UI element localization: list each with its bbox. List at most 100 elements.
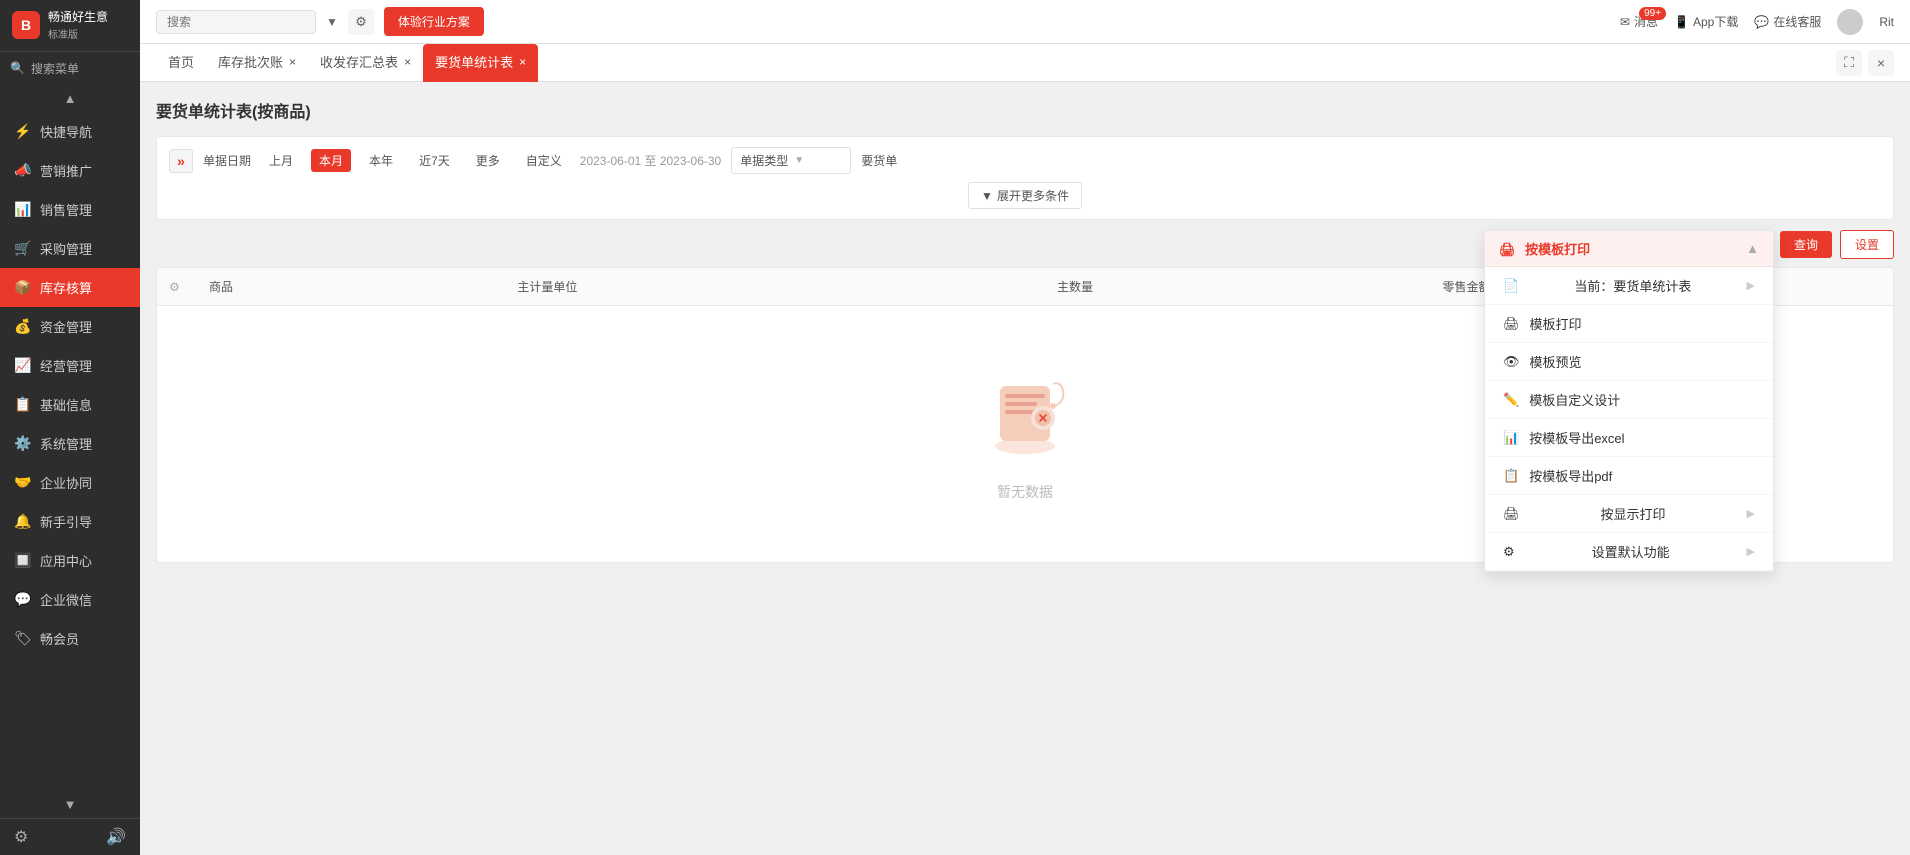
display-print-arrow: ▶ bbox=[1747, 507, 1755, 520]
dropdown-header: 🖨 按模板打印 ▲ bbox=[1485, 231, 1773, 267]
col-settings[interactable]: ⚙ bbox=[157, 268, 197, 306]
sidebar-item-sales[interactable]: 📊 销售管理 bbox=[0, 190, 140, 229]
filter-collapse-btn[interactable]: » bbox=[169, 149, 193, 173]
order-type-select[interactable]: 单据类型 ▼ bbox=[731, 147, 851, 174]
current-item-icon: 📄 bbox=[1503, 278, 1519, 294]
app-logo-icon: B bbox=[12, 11, 40, 39]
topbar: ▼ ⚙ 体验行业方案 ✉ 消息 99+ 📱 App下载 💬 在线客服 Rit bbox=[140, 0, 1910, 44]
sidebar-item-system[interactable]: ⚙️ 系统管理 bbox=[0, 424, 140, 463]
trial-industry-btn[interactable]: 体验行业方案 bbox=[384, 7, 484, 36]
dropdown-item-template-print[interactable]: 🖨 模板打印 bbox=[1485, 305, 1773, 343]
expand-icon: ▼ bbox=[981, 189, 993, 203]
sidebar-item-finance[interactable]: 💰 资金管理 bbox=[0, 307, 140, 346]
tab-order-summary[interactable]: 要货单统计表 × bbox=[423, 44, 538, 82]
sidebar-scroll-down[interactable]: ▼ bbox=[0, 791, 140, 818]
sidebar-item-purchase[interactable]: 🛒 采购管理 bbox=[0, 229, 140, 268]
date-custom-btn[interactable]: 自定义 bbox=[518, 149, 570, 172]
dropdown-item-current[interactable]: 📄 当前：要货单统计表 ▶ bbox=[1485, 267, 1773, 305]
footer-sound-icon[interactable]: 🔊 bbox=[106, 827, 126, 847]
operation-icon: 📈 bbox=[14, 357, 32, 374]
col-settings-icon[interactable]: ⚙ bbox=[169, 280, 180, 294]
sidebar-logo: B 畅通好生意 标准版 bbox=[0, 0, 140, 52]
dropdown-item-display-print[interactable]: 🖨 按显示打印 ▶ bbox=[1485, 495, 1773, 533]
app-download-btn[interactable]: 📱 App下载 bbox=[1674, 13, 1738, 30]
tab-close-btn[interactable]: × bbox=[1868, 50, 1894, 76]
print-header-icon: 🖨 bbox=[1499, 242, 1516, 257]
print-dropdown-menu: 🖨 按模板打印 ▲ 📄 当前：要货单统计表 ▶ 🖨 模板打印 👁 模板预览 bbox=[1484, 230, 1774, 572]
search-menu-item[interactable]: 🔍 搜索菜单 bbox=[0, 52, 140, 85]
top-search-input[interactable] bbox=[156, 10, 316, 34]
set-default-icon: ⚙ bbox=[1503, 544, 1515, 560]
filter-row-1: » 单据日期 上月 本月 本年 近7天 更多 自定义 2023-06-01 至 … bbox=[169, 147, 1881, 174]
message-icon: ✉ bbox=[1620, 15, 1630, 29]
dropdown-item-template-custom[interactable]: ✏️ 模板自定义设计 bbox=[1485, 381, 1773, 419]
empty-text: 暂无数据 bbox=[997, 482, 1053, 502]
service-icon: 💬 bbox=[1754, 15, 1769, 29]
sidebar-item-member[interactable]: 🏷 畅会员 bbox=[0, 619, 140, 658]
username-label: Rit bbox=[1879, 15, 1894, 29]
col-unit: 主计量单位 bbox=[505, 268, 1045, 306]
basic-icon: 📋 bbox=[14, 396, 32, 413]
page-title: 要货单统计表(按商品) bbox=[156, 98, 1894, 122]
set-default-arrow: ▶ bbox=[1747, 545, 1755, 558]
search-icon: 🔍 bbox=[10, 61, 25, 75]
sidebar-item-basic[interactable]: 📋 基础信息 bbox=[0, 385, 140, 424]
display-print-icon: 🖨 bbox=[1503, 506, 1520, 522]
wechat-icon: 💬 bbox=[14, 591, 32, 608]
sidebar-item-operation[interactable]: 📈 经营管理 bbox=[0, 346, 140, 385]
dropdown-item-template-preview[interactable]: 👁 模板预览 bbox=[1485, 343, 1773, 381]
query-btn[interactable]: 查询 bbox=[1780, 231, 1832, 258]
empty-illustration bbox=[975, 366, 1075, 466]
tab-inventory-batch[interactable]: 库存批次账 × bbox=[206, 44, 308, 82]
marketing-icon: 📣 bbox=[14, 162, 32, 179]
template-pdf-icon: 📋 bbox=[1503, 468, 1519, 484]
dropdown-item-set-default[interactable]: ⚙ 设置默认功能 ▶ bbox=[1485, 533, 1773, 571]
sales-icon: 📊 bbox=[14, 201, 32, 218]
template-preview-icon: 👁 bbox=[1503, 354, 1520, 370]
collab-icon: 🤝 bbox=[14, 474, 32, 491]
sidebar-item-guide[interactable]: 🔔 新手引导 bbox=[0, 502, 140, 541]
inventory-icon: 📦 bbox=[14, 279, 32, 296]
sidebar-scroll-up[interactable]: ▲ bbox=[0, 85, 140, 112]
tab-close-order-summary[interactable]: × bbox=[519, 55, 526, 69]
tab-close-receipt-summary[interactable]: × bbox=[404, 55, 411, 69]
date-this-month-btn[interactable]: 本月 bbox=[311, 149, 351, 172]
sidebar-item-wechat[interactable]: 💬 企业微信 bbox=[0, 580, 140, 619]
tab-receipt-summary[interactable]: 收发存汇总表 × bbox=[308, 44, 423, 82]
user-avatar[interactable] bbox=[1837, 9, 1863, 35]
settings-btn[interactable]: 设置 bbox=[1840, 230, 1894, 259]
date-last7-btn[interactable]: 近7天 bbox=[411, 149, 458, 172]
tabs-right-controls: ⛶ × bbox=[1836, 50, 1894, 76]
current-item-arrow: ▶ bbox=[1747, 279, 1755, 292]
online-service-btn[interactable]: 💬 在线客服 bbox=[1754, 13, 1821, 30]
gear-icon: ⚙ bbox=[355, 14, 367, 30]
col-product: 商品 bbox=[197, 268, 505, 306]
date-prev-month-btn[interactable]: 上月 bbox=[261, 149, 301, 172]
sidebar-item-quick-nav[interactable]: ⚡ 快捷导航 bbox=[0, 112, 140, 151]
top-search-dropdown[interactable]: ▼ bbox=[326, 15, 338, 29]
footer-settings-icon[interactable]: ⚙ bbox=[14, 827, 28, 847]
sidebar-item-inventory[interactable]: 📦 库存核算 bbox=[0, 268, 140, 307]
top-settings-btn[interactable]: ⚙ bbox=[348, 9, 374, 35]
tab-home[interactable]: 首页 bbox=[156, 44, 206, 82]
download-icon: 📱 bbox=[1674, 15, 1689, 29]
messages-btn[interactable]: ✉ 消息 99+ bbox=[1620, 13, 1658, 30]
sidebar-footer: ⚙ 🔊 bbox=[0, 818, 140, 855]
date-filter-label: 单据日期 bbox=[203, 152, 251, 169]
dropdown-item-template-pdf[interactable]: 📋 按模板导出pdf bbox=[1485, 457, 1773, 495]
order-type-dropdown-icon: ▼ bbox=[794, 155, 842, 166]
dropdown-item-template-excel[interactable]: 📊 按模板导出excel bbox=[1485, 419, 1773, 457]
purchase-icon: 🛒 bbox=[14, 240, 32, 257]
sidebar-item-appstore[interactable]: 🔲 应用中心 bbox=[0, 541, 140, 580]
date-more-btn[interactable]: 更多 bbox=[468, 149, 508, 172]
sidebar-item-collab[interactable]: 🤝 企业协同 bbox=[0, 463, 140, 502]
tab-close-inventory-batch[interactable]: × bbox=[289, 55, 296, 69]
sidebar: B 畅通好生意 标准版 🔍 搜索菜单 ▲ ⚡ 快捷导航 📣 营销推广 📊 销售管… bbox=[0, 0, 140, 855]
date-this-year-btn[interactable]: 本年 bbox=[361, 149, 401, 172]
topbar-right: ✉ 消息 99+ 📱 App下载 💬 在线客服 Rit bbox=[1620, 9, 1894, 35]
dropdown-close-icon[interactable]: ▲ bbox=[1746, 241, 1759, 256]
tabs-bar: 首页 库存批次账 × 收发存汇总表 × 要货单统计表 × ⛶ × bbox=[140, 44, 1910, 82]
expand-more-btn[interactable]: ▼ 展开更多条件 bbox=[968, 182, 1082, 209]
sidebar-item-marketing[interactable]: 📣 营销推广 bbox=[0, 151, 140, 190]
tab-maximize-btn[interactable]: ⛶ bbox=[1836, 50, 1862, 76]
